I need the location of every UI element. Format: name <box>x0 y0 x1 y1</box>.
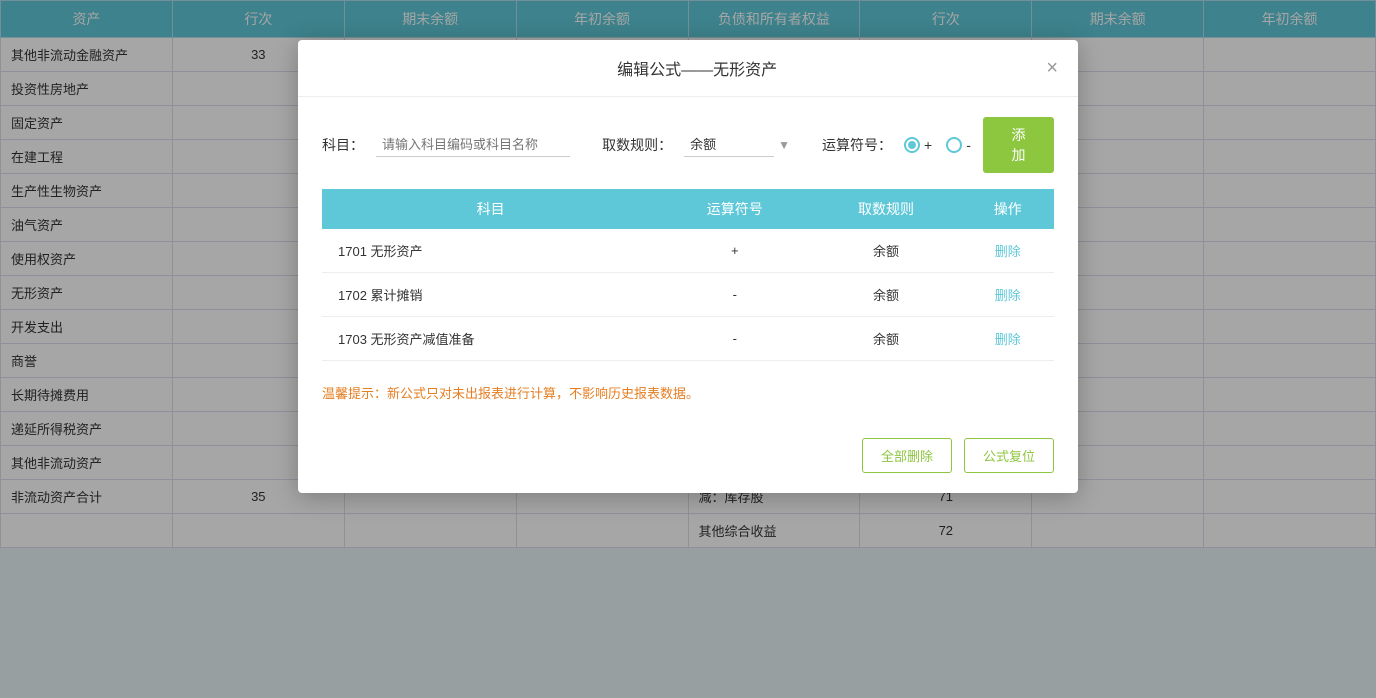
formula-table-header: 运算符号 <box>659 189 810 229</box>
formula-operator-cell: - <box>659 273 810 317</box>
formula-table-row: 1701 无形资产+余额 删除 <box>322 229 1054 273</box>
formula-operator-cell: + <box>659 229 810 273</box>
formula-table-row: 1703 无形资产减值准备-余额 删除 <box>322 317 1054 361</box>
operator-label: 运算符号： <box>822 135 892 155</box>
modal-body: 科目： 取数规则： 余额 ▼ 运算符号： + <box>298 97 1078 426</box>
formula-table-header: 取数规则 <box>810 189 961 229</box>
delete-row-button[interactable]: 删除 <box>995 285 1021 304</box>
modal-overlay: 编辑公式——无形资产 × 科目： 取数规则： 余额 ▼ 运算符号： <box>0 0 1376 698</box>
operator-minus-radio[interactable]: - <box>946 137 971 153</box>
formula-table-row: 1702 累计摊销-余额 删除 <box>322 273 1054 317</box>
warning-text: 温馨提示：新公式只对未出报表进行计算，不影响历史报表数据。 <box>322 379 1054 406</box>
delete-row-button[interactable]: 删除 <box>995 329 1021 348</box>
formula-subject-cell: 1703 无形资产减值准备 <box>322 317 659 361</box>
subject-label: 科目： <box>322 135 364 155</box>
modal-dialog: 编辑公式——无形资产 × 科目： 取数规则： 余额 ▼ 运算符号： <box>298 40 1078 493</box>
radio-circle-plus <box>904 137 920 153</box>
formula-action-cell: 删除 <box>962 273 1054 317</box>
form-row: 科目： 取数规则： 余额 ▼ 运算符号： + <box>322 117 1054 173</box>
rule-select[interactable]: 余额 <box>684 133 774 157</box>
add-button[interactable]: 添加 <box>983 117 1054 173</box>
subject-input[interactable] <box>376 133 570 157</box>
delete-all-button[interactable]: 全部删除 <box>862 438 952 473</box>
background-table-wrap: 资产行次期末余额年初余额负债和所有者权益行次期末余额年初余额 其他非流动金融资产… <box>0 0 1376 698</box>
operator-minus-label: - <box>966 137 971 153</box>
radio-circle-minus <box>946 137 962 153</box>
rule-label: 取数规则： <box>602 135 672 155</box>
modal-close-button[interactable]: × <box>1046 58 1058 78</box>
formula-table: 科目运算符号取数规则操作 1701 无形资产+余额删除1702 累计摊销-余额删… <box>322 189 1054 361</box>
modal-header: 编辑公式——无形资产 × <box>298 40 1078 97</box>
formula-subject-cell: 1701 无形资产 <box>322 229 659 273</box>
modal-title: 编辑公式——无形资产 <box>348 56 1046 80</box>
formula-rule-cell: 余额 <box>810 273 961 317</box>
formula-operator-cell: - <box>659 317 810 361</box>
reset-button[interactable]: 公式复位 <box>964 438 1054 473</box>
modal-footer: 全部删除 公式复位 <box>298 426 1078 493</box>
formula-table-header: 科目 <box>322 189 659 229</box>
operator-plus-radio[interactable]: + <box>904 137 932 153</box>
rule-select-wrap: 余额 ▼ <box>684 133 790 157</box>
delete-row-button[interactable]: 删除 <box>995 241 1021 260</box>
formula-table-header: 操作 <box>962 189 1054 229</box>
formula-subject-cell: 1702 累计摊销 <box>322 273 659 317</box>
operator-radio-group: + - <box>904 137 971 153</box>
formula-rule-cell: 余额 <box>810 229 961 273</box>
formula-action-cell: 删除 <box>962 317 1054 361</box>
operator-plus-label: + <box>924 137 932 153</box>
formula-action-cell: 删除 <box>962 229 1054 273</box>
select-arrow-icon: ▼ <box>778 138 790 152</box>
formula-rule-cell: 余额 <box>810 317 961 361</box>
